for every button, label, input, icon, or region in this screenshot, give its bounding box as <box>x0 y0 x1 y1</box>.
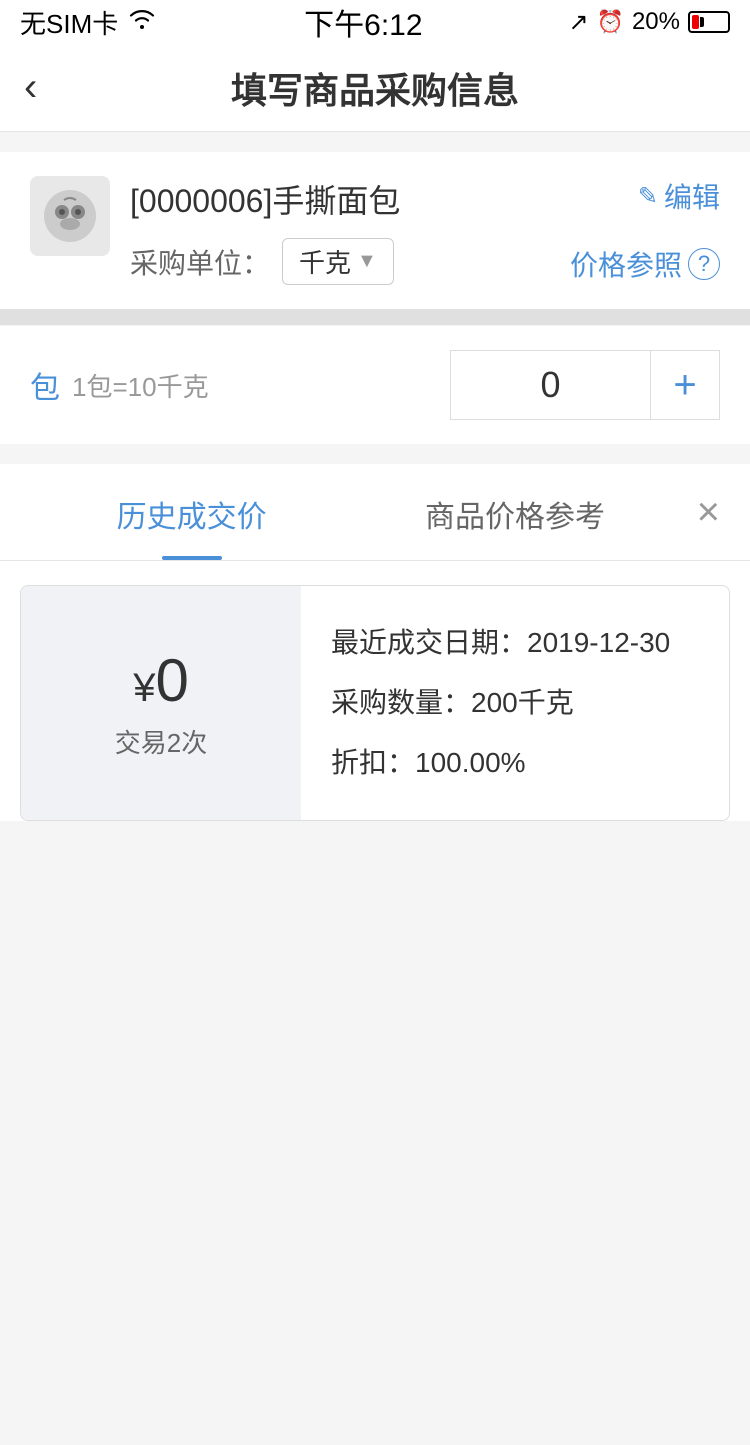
currency-symbol: ¥ <box>133 666 155 710</box>
tab1-label: 历史成交价 <box>117 501 267 534</box>
status-time: 下午6:12 <box>304 0 422 44</box>
battery-icon <box>688 11 730 33</box>
quantity-value: 0 <box>540 364 560 406</box>
tab-history-price[interactable]: 历史成交价 <box>30 464 353 560</box>
carrier-label: 无SIM卡 <box>20 4 118 41</box>
transaction-discount: 折扣：100.00% <box>331 742 699 784</box>
battery-percent: 20% <box>632 8 680 36</box>
help-icon: ? <box>688 248 720 280</box>
qty-value: 200千克 <box>471 687 574 718</box>
quantity-left: 包 1包=10千克 <box>30 363 209 407</box>
tabs-header: 历史成交价 商品价格参考 × <box>0 464 750 561</box>
product-name: [0000006]手撕面包 <box>130 176 400 222</box>
page-title: 填写商品采购信息 <box>231 62 519 114</box>
transaction-card: ¥0 交易2次 最近成交日期：2019-12-30 采购数量：200千克 折扣：… <box>20 585 730 821</box>
discount-label: 折扣： <box>331 747 415 778</box>
price-ref-button[interactable]: 价格参照 ? <box>570 244 720 284</box>
edit-icon: ✎ <box>638 182 658 211</box>
nav-bar: ‹ 填写商品采购信息 <box>0 44 750 132</box>
page-background <box>0 845 750 1445</box>
status-left: 无SIM卡 <box>20 4 158 41</box>
product-image <box>30 176 110 256</box>
quantity-unit-hint: 1包=10千克 <box>72 367 209 404</box>
tabs-close-button[interactable]: × <box>677 470 720 555</box>
quantity-plus-button[interactable]: + <box>650 350 720 420</box>
price-value: 0 <box>155 647 188 714</box>
discount-value: 100.00% <box>415 747 526 778</box>
qty-label: 采购数量： <box>331 687 471 718</box>
back-button[interactable]: ‹ <box>24 65 37 110</box>
status-bar: 无SIM卡 下午6:12 ↗ ⏰ 20% <box>0 0 750 44</box>
product-info: [0000006]手撕面包 采购单位： 千克 ▼ <box>130 176 400 285</box>
product-unit-row: 采购单位： 千克 ▼ <box>130 238 400 285</box>
quantity-row: 包 1包=10千克 0 + <box>0 326 750 444</box>
edit-label: 编辑 <box>664 176 720 216</box>
product-left: [0000006]手撕面包 采购单位： 千克 ▼ <box>30 176 400 285</box>
product-card: [0000006]手撕面包 采购单位： 千克 ▼ ✎ 编辑 价格参照 ? <box>0 152 750 309</box>
transaction-count: 交易2次 <box>115 723 207 760</box>
status-right: ↗ ⏰ 20% <box>568 8 730 37</box>
date-label: 最近成交日期： <box>331 627 527 658</box>
price-ref-label: 价格参照 <box>570 244 682 284</box>
transaction-details: 最近成交日期：2019-12-30 采购数量：200千克 折扣：100.00% <box>301 586 729 820</box>
edit-button[interactable]: ✎ 编辑 <box>638 176 720 216</box>
dropdown-arrow-icon: ▼ <box>357 250 377 273</box>
date-value: 2019-12-30 <box>527 627 670 658</box>
tab-price-ref[interactable]: 商品价格参考 <box>353 464 676 560</box>
quantity-unit: 包 <box>30 363 60 407</box>
unit-prefix: 采购单位： <box>130 242 270 282</box>
transaction-price: ¥0 <box>133 646 189 715</box>
quantity-input-group: 0 + <box>450 350 720 420</box>
close-icon: × <box>697 490 720 534</box>
tab2-label: 商品价格参考 <box>425 501 605 534</box>
tabs-section: 历史成交价 商品价格参考 × ¥0 交易2次 最近成交日期：2019-12-30… <box>0 464 750 821</box>
location-icon: ↗ <box>568 8 588 37</box>
quantity-input[interactable]: 0 <box>450 350 650 420</box>
wifi-icon <box>126 7 158 38</box>
plus-icon: + <box>673 363 696 408</box>
product-header: [0000006]手撕面包 采购单位： 千克 ▼ ✎ 编辑 价格参照 ? <box>30 176 720 285</box>
unit-value: 千克 <box>299 243 351 280</box>
transaction-qty: 采购数量：200千克 <box>331 682 699 724</box>
transaction-price-section: ¥0 交易2次 <box>21 586 301 820</box>
transaction-date: 最近成交日期：2019-12-30 <box>331 622 699 664</box>
alarm-icon: ⏰ <box>597 9 624 35</box>
section-divider <box>0 309 750 325</box>
unit-select[interactable]: 千克 ▼ <box>282 238 394 285</box>
